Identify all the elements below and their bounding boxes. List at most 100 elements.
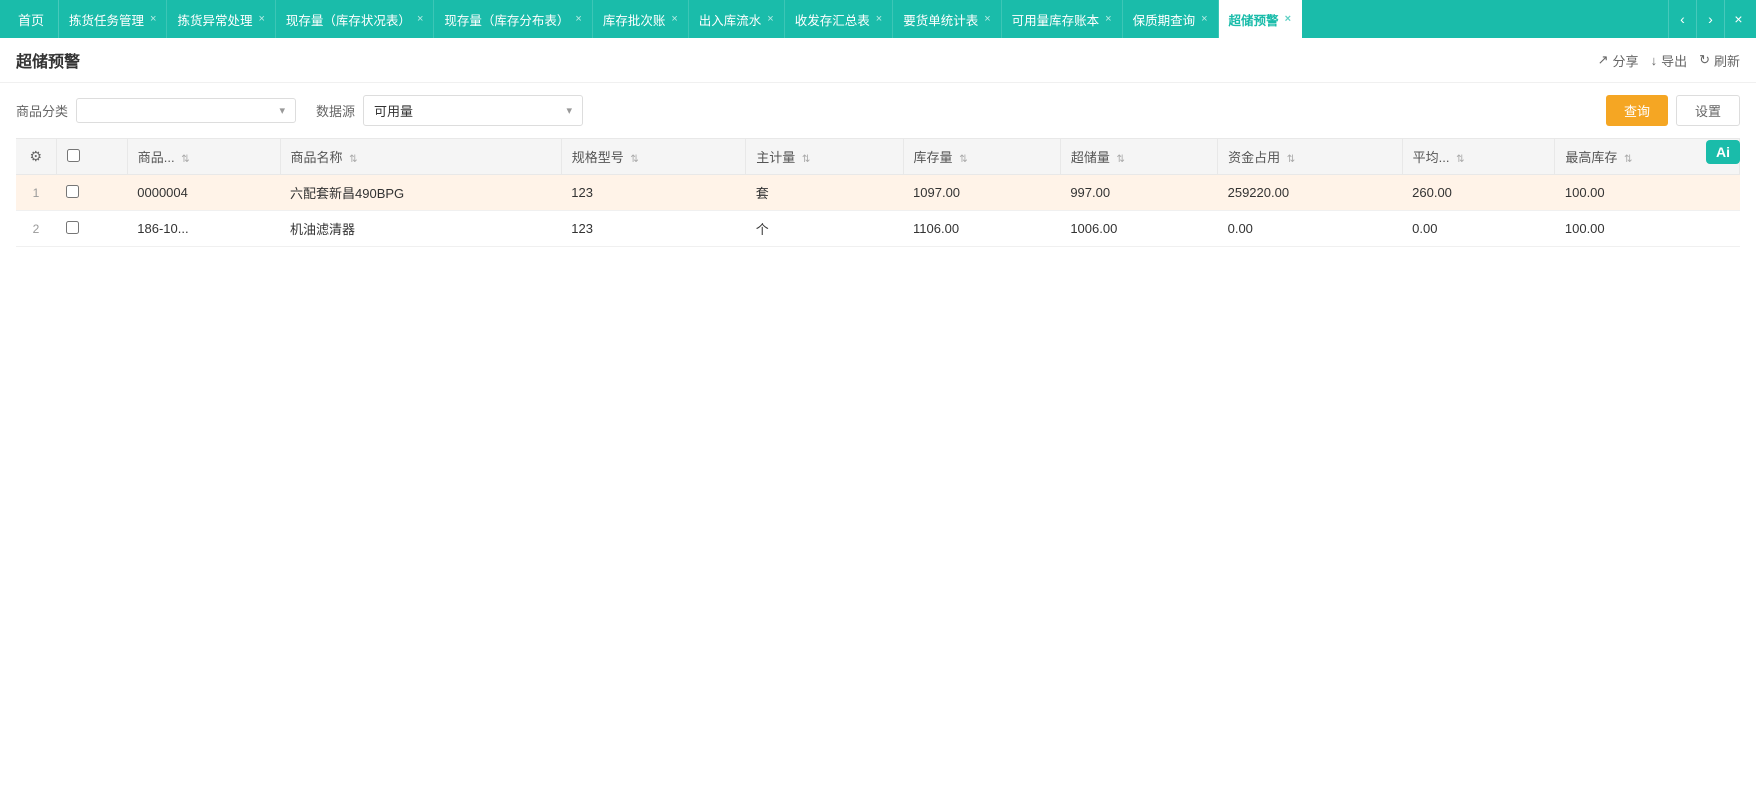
tab-出入库流水[interactable]: 出入库流水 × xyxy=(689,0,785,38)
row-avg: 0.00 xyxy=(1402,211,1555,247)
col-spec-header[interactable]: 规格型号 ⇅ xyxy=(561,139,746,175)
share-button[interactable]: ↗ 分享 xyxy=(1598,51,1639,70)
col-code-header[interactable]: 商品... ⇅ xyxy=(127,139,280,175)
settings-button[interactable]: 设置 xyxy=(1676,95,1740,126)
row-checkbox-cell[interactable] xyxy=(56,211,127,247)
page-header: 超储预警 ↗ 分享 ↓ 导出 ↻ 刷新 xyxy=(0,38,1756,83)
row-maxstock: 100.00 xyxy=(1555,175,1740,211)
tab-要货单统计表[interactable]: 要货单统计表 × xyxy=(893,0,1001,38)
row-avg: 260.00 xyxy=(1402,175,1555,211)
query-button[interactable]: 查询 xyxy=(1606,95,1668,126)
row-stock: 1097.00 xyxy=(903,175,1060,211)
row-name: 六配套新昌490BPG xyxy=(280,175,561,211)
select-all-checkbox[interactable] xyxy=(67,149,80,162)
table-container: ⚙ 商品... ⇅ 商品名称 ⇅ 规格型号 ⇅ 主计量 xyxy=(0,138,1756,247)
export-button[interactable]: ↓ 导出 xyxy=(1651,51,1688,70)
tab-close-icon[interactable]: × xyxy=(767,13,773,25)
refresh-button[interactable]: ↻ 刷新 xyxy=(1699,51,1740,70)
nav-next-button[interactable]: › xyxy=(1696,0,1724,38)
sort-icon: ⇅ xyxy=(1624,154,1632,165)
row-name: 机油滤清器 xyxy=(280,211,561,247)
sort-icon: ⇅ xyxy=(630,154,638,165)
tab-close-icon[interactable]: × xyxy=(1201,13,1207,25)
category-filter-group: 商品分类 ▾ xyxy=(16,98,296,123)
table-row: 1 0000004 六配套新昌490BPG 123 套 1097.00 997.… xyxy=(16,175,1740,211)
table-header-row: ⚙ 商品... ⇅ 商品名称 ⇅ 规格型号 ⇅ 主计量 xyxy=(16,139,1740,175)
chevron-down-icon: ▾ xyxy=(279,104,285,117)
gear-icon[interactable]: ⚙ xyxy=(29,148,42,164)
page-title: 超储预警 xyxy=(16,48,80,72)
col-name-header[interactable]: 商品名称 ⇅ xyxy=(280,139,561,175)
tab-close-icon[interactable]: × xyxy=(258,13,264,25)
tab-现存量库存状况表[interactable]: 现存量（库存状况表） × xyxy=(276,0,434,38)
col-avg-header[interactable]: 平均... ⇅ xyxy=(1402,139,1555,175)
col-unit-header[interactable]: 主计量 ⇅ xyxy=(746,139,903,175)
refresh-icon: ↻ xyxy=(1699,52,1710,68)
tab-超储预警[interactable]: 超储预警 × xyxy=(1219,0,1302,38)
row-code: 186-10... xyxy=(127,211,280,247)
nav-bar: 首页 拣货任务管理 × 拣货异常处理 × 现存量（库存状况表） × 现存量（库存… xyxy=(0,0,1756,38)
col-checkbox-header[interactable] xyxy=(56,139,127,175)
datasource-label: 数据源 xyxy=(316,101,355,120)
tab-拣货异常处理[interactable]: 拣货异常处理 × xyxy=(167,0,275,38)
category-label: 商品分类 xyxy=(16,101,68,120)
row-capital: 259220.00 xyxy=(1218,175,1403,211)
tab-拣货任务管理[interactable]: 拣货任务管理 × xyxy=(59,0,167,38)
row-unit: 个 xyxy=(746,211,903,247)
sort-icon: ⇅ xyxy=(1456,154,1464,165)
col-settings[interactable]: ⚙ xyxy=(16,139,56,175)
datasource-select[interactable]: 可用量 ▾ xyxy=(363,95,583,126)
row-stock: 1106.00 xyxy=(903,211,1060,247)
row-over: 1006.00 xyxy=(1060,211,1217,247)
tab-收发存汇总表[interactable]: 收发存汇总表 × xyxy=(785,0,893,38)
row-checkbox[interactable] xyxy=(66,221,79,234)
row-spec: 123 xyxy=(561,175,746,211)
tab-库存批次账[interactable]: 库存批次账 × xyxy=(593,0,689,38)
col-stock-header[interactable]: 库存量 ⇅ xyxy=(903,139,1060,175)
tab-close-icon[interactable]: × xyxy=(150,13,156,25)
sort-icon: ⇅ xyxy=(959,154,967,165)
tab-close-icon[interactable]: × xyxy=(876,13,882,25)
data-table: ⚙ 商品... ⇅ 商品名称 ⇅ 规格型号 ⇅ 主计量 xyxy=(16,138,1740,247)
filter-area: 商品分类 ▾ 数据源 可用量 ▾ 查询 设置 xyxy=(0,83,1756,138)
sort-icon: ⇅ xyxy=(1287,154,1295,165)
tab-close-icon[interactable]: × xyxy=(1105,13,1111,25)
nav-home[interactable]: 首页 xyxy=(4,0,59,38)
row-checkbox-cell[interactable] xyxy=(56,175,127,211)
tab-保质期查询[interactable]: 保质期查询 × xyxy=(1123,0,1219,38)
sort-icon: ⇅ xyxy=(349,154,357,165)
filter-actions: 查询 设置 xyxy=(1606,95,1740,126)
row-unit: 套 xyxy=(746,175,903,211)
sort-icon: ⇅ xyxy=(1116,154,1124,165)
tab-现存量库存分布表[interactable]: 现存量（库存分布表） × xyxy=(434,0,592,38)
row-spec: 123 xyxy=(561,211,746,247)
nav-close-button[interactable]: × xyxy=(1724,0,1752,38)
row-maxstock: 100.00 xyxy=(1555,211,1740,247)
tab-close-icon[interactable]: × xyxy=(575,13,581,25)
tab-可用量库存账本[interactable]: 可用量库存账本 × xyxy=(1002,0,1123,38)
tab-close-icon[interactable]: × xyxy=(1285,13,1291,25)
tab-close-icon[interactable]: × xyxy=(984,13,990,25)
col-capital-header[interactable]: 资金占用 ⇅ xyxy=(1218,139,1403,175)
datasource-filter-group: 数据源 可用量 ▾ xyxy=(316,95,583,126)
chevron-down-icon: ▾ xyxy=(567,104,573,117)
tab-close-icon[interactable]: × xyxy=(671,13,677,25)
row-index: 2 xyxy=(16,211,56,247)
header-actions: ↗ 分享 ↓ 导出 ↻ 刷新 xyxy=(1598,51,1740,70)
sort-icon: ⇅ xyxy=(802,154,810,165)
row-capital: 0.00 xyxy=(1218,211,1403,247)
nav-prev-button[interactable]: ‹ xyxy=(1668,0,1696,38)
row-checkbox[interactable] xyxy=(66,185,79,198)
row-code: 0000004 xyxy=(127,175,280,211)
export-icon: ↓ xyxy=(1651,53,1658,68)
ai-badge[interactable]: Ai xyxy=(1706,140,1740,164)
datasource-value: 可用量 xyxy=(374,101,413,120)
row-index: 1 xyxy=(16,175,56,211)
tab-close-icon[interactable]: × xyxy=(417,13,423,25)
row-over: 997.00 xyxy=(1060,175,1217,211)
category-select[interactable]: ▾ xyxy=(76,98,296,123)
sort-icon: ⇅ xyxy=(181,154,189,165)
col-over-header[interactable]: 超储量 ⇅ xyxy=(1060,139,1217,175)
nav-arrows: ‹ › × xyxy=(1668,0,1752,38)
table-row: 2 186-10... 机油滤清器 123 个 1106.00 1006.00 … xyxy=(16,211,1740,247)
